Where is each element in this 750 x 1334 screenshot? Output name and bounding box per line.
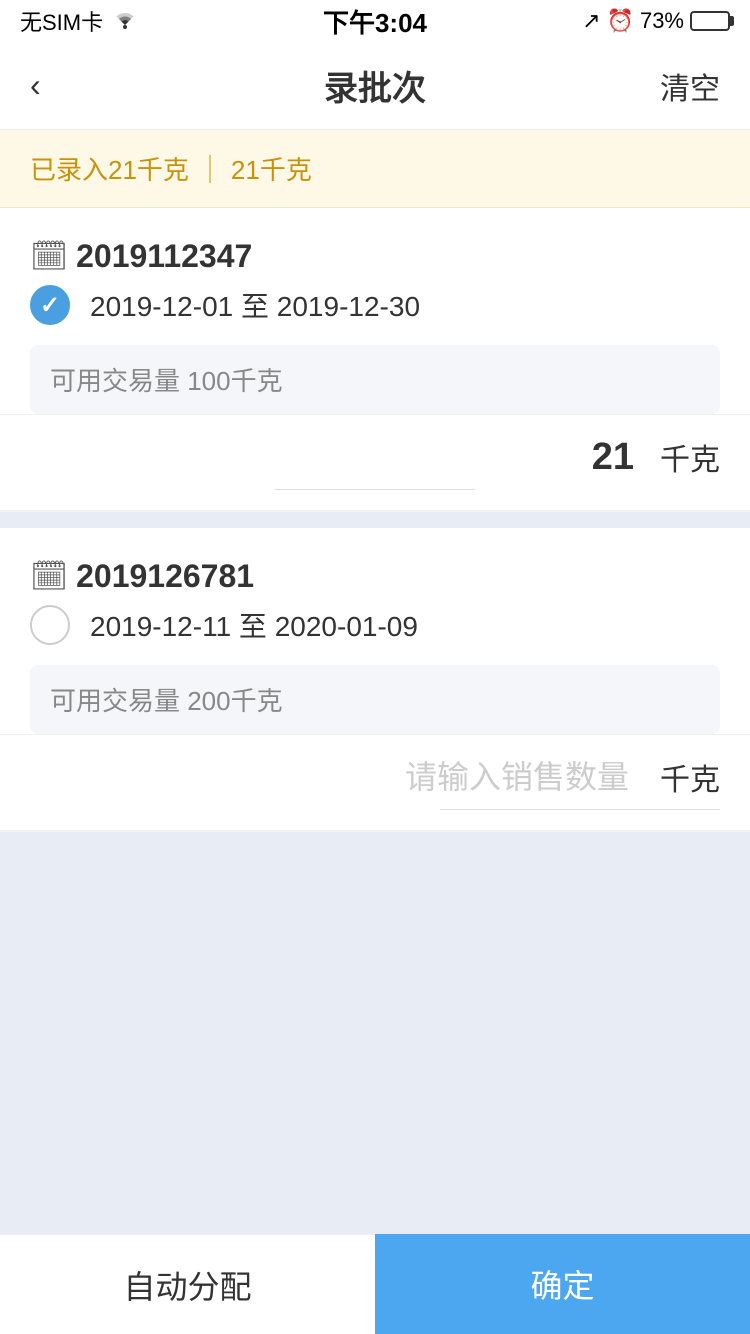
location-icon: ↗ xyxy=(582,8,600,34)
status-time: 下午3:04 xyxy=(323,3,427,40)
batch2-number: 2019126781 xyxy=(76,558,254,595)
auto-distribute-button[interactable]: 自动分配 xyxy=(0,1234,375,1334)
batch2-input-row: 千克 xyxy=(0,734,750,830)
batch1-date-range: 2019-12-01 至 2019-12-30 xyxy=(90,285,420,325)
total-amount: 21千克 xyxy=(231,150,312,187)
batch1-available: 可用交易量 100千克 xyxy=(50,366,283,396)
batch2-date-row[interactable]: 2019-12-11 至 2020-01-09 xyxy=(30,605,720,645)
info-divider xyxy=(209,155,211,183)
info-banner: 已录入21千克 21千克 xyxy=(0,130,750,208)
batch2-available: 可用交易量 200千克 xyxy=(50,686,283,716)
batch1-underline xyxy=(275,489,475,490)
batch1-number: 2019112347 xyxy=(76,238,252,275)
battery-icon xyxy=(690,11,730,31)
batch1-date-row[interactable]: 2019-12-01 至 2019-12-30 xyxy=(30,285,720,325)
batch2-header: 🗓 2019126781 xyxy=(30,558,720,595)
confirm-button[interactable]: 确定 xyxy=(375,1234,750,1334)
batch2-underline xyxy=(440,809,720,810)
batch1-radio[interactable] xyxy=(30,285,70,325)
batch2-available-box: 可用交易量 200千克 xyxy=(30,665,720,734)
batch2-date-range: 2019-12-11 至 2020-01-09 xyxy=(90,605,418,645)
batch2-radio[interactable] xyxy=(30,605,70,645)
wifi-icon xyxy=(111,7,139,35)
clear-button[interactable]: 清空 xyxy=(660,64,720,108)
batch2-input-unit: 千克 xyxy=(660,755,720,799)
back-button[interactable]: ‹ xyxy=(30,67,41,104)
nav-bar: ‹ 录批次 清空 xyxy=(0,42,750,130)
nav-title: 录批次 xyxy=(324,61,426,110)
status-right: ↗ ⏰ 73% xyxy=(582,8,730,34)
batch2-qty-input[interactable] xyxy=(30,759,644,796)
batch1-qty-value: 21 xyxy=(592,436,634,479)
carrier-text: 无SIM卡 xyxy=(20,5,103,37)
recorded-amount: 已录入21千克 xyxy=(30,150,189,187)
batch1-icon: 🗓 xyxy=(30,239,68,274)
status-left: 无SIM卡 xyxy=(20,5,139,37)
bottom-bar: 自动分配 确定 xyxy=(0,1234,750,1334)
alarm-icon: ⏰ xyxy=(607,8,634,34)
battery-text: 73% xyxy=(640,8,684,34)
empty-area xyxy=(0,832,750,1234)
batch2-card: 🗓 2019126781 2019-12-11 至 2020-01-09 可用交… xyxy=(0,528,750,830)
batch1-card: 🗓 2019112347 2019-12-01 至 2019-12-30 可用交… xyxy=(0,208,750,510)
batch1-available-box: 可用交易量 100千克 xyxy=(30,345,720,414)
batch1-header: 🗓 2019112347 xyxy=(30,238,720,275)
batch1-qty-row: 21 千克 xyxy=(0,414,750,510)
gap1 xyxy=(0,512,750,528)
status-bar: 无SIM卡 下午3:04 ↗ ⏰ 73% xyxy=(0,0,750,42)
batch1-qty-unit: 千克 xyxy=(660,435,720,479)
batch2-icon: 🗓 xyxy=(30,559,68,594)
